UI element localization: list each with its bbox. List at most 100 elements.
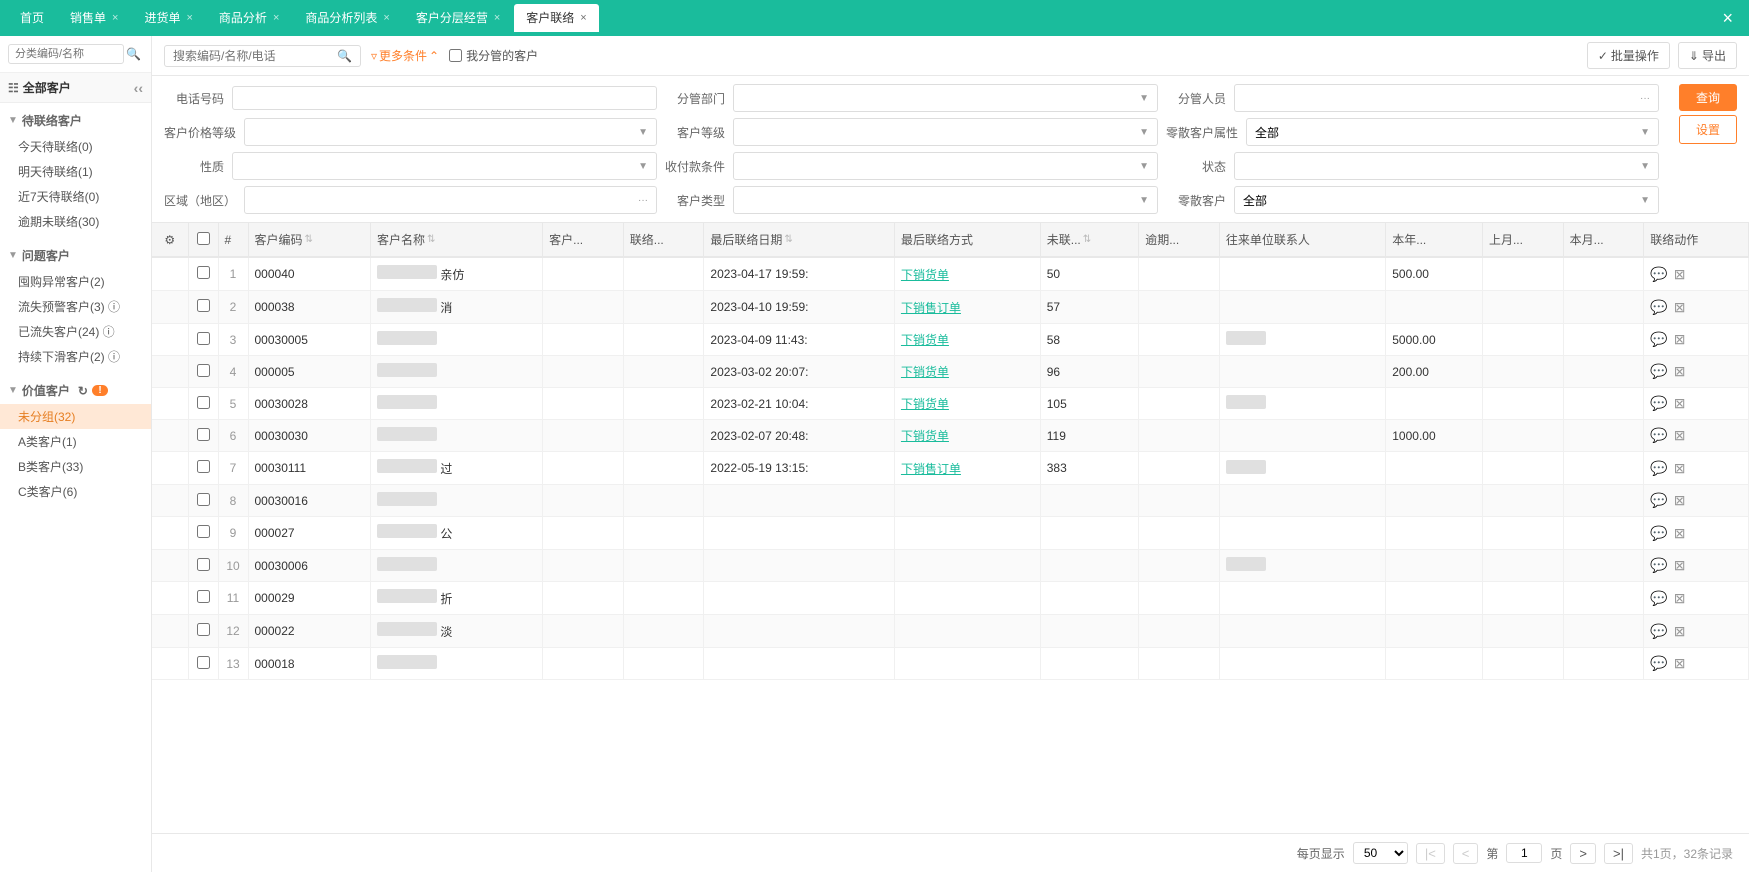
sidebar-item-today[interactable]: 今天待联络(0) — [0, 134, 151, 159]
more-conditions-btn[interactable]: ▿ 更多条件 ⌃ — [371, 47, 439, 64]
row-check[interactable] — [197, 364, 210, 377]
chat-icon[interactable]: 💬 — [1650, 655, 1667, 672]
chat-icon[interactable]: 💬 — [1650, 525, 1667, 542]
sidebar-search-input[interactable] — [8, 44, 124, 64]
grid-action-icon[interactable]: ⊠ — [1674, 590, 1686, 607]
contact-method-link[interactable]: 下销货单 — [901, 268, 949, 282]
grid-action-icon[interactable]: ⊠ — [1674, 557, 1686, 574]
last-page-button[interactable]: >| — [1604, 843, 1633, 864]
grid-action-icon[interactable]: ⊠ — [1674, 460, 1686, 477]
my-customers-checkbox[interactable]: 我分管的客户 — [449, 47, 538, 64]
row-check[interactable] — [197, 428, 210, 441]
chat-icon[interactable]: 💬 — [1650, 363, 1667, 380]
status-select[interactable]: ▼ — [1234, 152, 1659, 180]
grid-action-icon[interactable]: ⊠ — [1674, 363, 1686, 380]
close-icon[interactable]: × — [273, 4, 279, 32]
grid-action-icon[interactable]: ⊠ — [1674, 655, 1686, 672]
refresh-icon[interactable]: ↻ — [78, 384, 88, 398]
th-not-contacted[interactable]: 未联...⇅ — [1040, 223, 1138, 257]
chat-icon[interactable]: 💬 — [1650, 395, 1667, 412]
payment-select[interactable]: ▼ — [733, 152, 1158, 180]
region-select[interactable]: ··· — [244, 186, 657, 214]
close-icon[interactable]: × — [494, 4, 500, 32]
contact-method-link[interactable]: 下销售订单 — [901, 301, 961, 315]
sidebar-item-lost[interactable]: 已流失客户(24) ⓘ — [0, 319, 151, 344]
grid-action-icon[interactable]: ⊠ — [1674, 623, 1686, 640]
phone-input[interactable] — [232, 86, 657, 110]
chat-icon[interactable]: 💬 — [1650, 557, 1667, 574]
row-check[interactable] — [197, 266, 210, 279]
reset-button[interactable]: 设置 — [1679, 115, 1737, 144]
my-customers-check[interactable] — [449, 49, 462, 62]
sidebar-item-class-c[interactable]: C类客户(6) — [0, 479, 151, 504]
sidebar-search-button[interactable]: 🔍 — [124, 45, 143, 63]
price-grade-select[interactable]: ▼ — [244, 118, 657, 146]
batch-operate-button[interactable]: ✓ 批量操作 — [1587, 42, 1670, 69]
row-check[interactable] — [197, 558, 210, 571]
problem-customers-header[interactable]: ▼ 问题客户 — [0, 242, 151, 269]
person-select[interactable]: ··· — [1234, 84, 1659, 112]
pending-contact-header[interactable]: ▼ 待联络客户 — [0, 107, 151, 134]
chat-icon[interactable]: 💬 — [1650, 590, 1667, 607]
value-customers-header[interactable]: ▼ 价值客户 ↻ ! — [0, 377, 151, 404]
row-check[interactable] — [197, 396, 210, 409]
contact-method-link[interactable]: 下销货单 — [901, 365, 949, 379]
row-check[interactable] — [197, 299, 210, 312]
select-all-checkbox[interactable] — [197, 232, 210, 245]
chat-icon[interactable]: 💬 — [1650, 266, 1667, 283]
tab-sales[interactable]: 销售单 × — [58, 4, 130, 32]
grid-action-icon[interactable]: ⊠ — [1674, 299, 1686, 316]
chat-icon[interactable]: 💬 — [1650, 623, 1667, 640]
grid-action-icon[interactable]: ⊠ — [1674, 525, 1686, 542]
chat-icon[interactable]: 💬 — [1650, 492, 1667, 509]
grid-action-icon[interactable]: ⊠ — [1674, 427, 1686, 444]
sidebar-item-ungrouped[interactable]: 未分组(32) — [0, 404, 151, 429]
dept-select[interactable]: ▼ — [733, 84, 1158, 112]
close-icon[interactable]: × — [112, 4, 118, 32]
sidebar-item-tomorrow[interactable]: 明天待联络(1) — [0, 159, 151, 184]
close-icon[interactable]: × — [186, 4, 192, 32]
th-last-date[interactable]: 最后联络日期⇅ — [704, 223, 895, 257]
sidebar-item-warning[interactable]: 流失预警客户(3) ⓘ — [0, 294, 151, 319]
row-check[interactable] — [197, 332, 210, 345]
grid-action-icon[interactable]: ⊠ — [1674, 395, 1686, 412]
row-check[interactable] — [197, 460, 210, 473]
grid-action-icon[interactable]: ⊠ — [1674, 266, 1686, 283]
grid-action-icon[interactable]: ⊠ — [1674, 331, 1686, 348]
retail-attr-select[interactable]: 全部 ▼ — [1246, 118, 1659, 146]
tab-purchase[interactable]: 进货单 × — [132, 4, 204, 32]
collapse-icon[interactable]: ‹‹ — [134, 80, 143, 96]
sidebar-item-7days[interactable]: 近7天待联络(0) — [0, 184, 151, 209]
sidebar-item-overdue[interactable]: 逾期未联络(30) — [0, 209, 151, 234]
chat-icon[interactable]: 💬 — [1650, 299, 1667, 316]
contact-method-link[interactable]: 下销货单 — [901, 397, 949, 411]
query-button[interactable]: 查询 — [1679, 84, 1737, 111]
th-code[interactable]: 客户编码⇅ — [248, 223, 370, 257]
chat-icon[interactable]: 💬 — [1650, 331, 1667, 348]
all-customers-header[interactable]: ☷ 全部客户 ‹‹ — [0, 73, 151, 103]
grid-action-icon[interactable]: ⊠ — [1674, 492, 1686, 509]
window-close-button[interactable]: × — [1714, 8, 1741, 29]
sidebar-item-class-b[interactable]: B类客户(33) — [0, 454, 151, 479]
chat-icon[interactable]: 💬 — [1650, 460, 1667, 477]
page-input[interactable] — [1506, 843, 1542, 863]
grade-select[interactable]: ▼ — [733, 118, 1158, 146]
prev-page-button[interactable]: < — [1453, 843, 1479, 864]
next-page-button[interactable]: > — [1570, 843, 1596, 864]
sidebar-item-class-a[interactable]: A类客户(1) — [0, 429, 151, 454]
close-icon[interactable]: × — [580, 4, 586, 32]
chat-icon[interactable]: 💬 — [1650, 427, 1667, 444]
close-icon[interactable]: × — [383, 4, 389, 32]
row-check[interactable] — [197, 623, 210, 636]
contact-method-link[interactable]: 下销货单 — [901, 429, 949, 443]
tab-home[interactable]: 首页 — [8, 4, 56, 32]
sidebar-item-abnormal[interactable]: 囤购异常客户(2) — [0, 269, 151, 294]
tab-customer-contact[interactable]: 客户联络 × — [514, 4, 598, 32]
tab-product-analysis-list[interactable]: 商品分析列表 × — [293, 4, 401, 32]
sidebar-item-declining[interactable]: 持续下滑客户(2) ⓘ — [0, 344, 151, 369]
contact-method-link[interactable]: 下销售订单 — [901, 462, 961, 476]
customer-type-select[interactable]: ▼ — [733, 186, 1158, 214]
row-check[interactable] — [197, 656, 210, 669]
first-page-button[interactable]: |< — [1416, 843, 1445, 864]
page-size-select[interactable]: 50 20 100 — [1353, 842, 1408, 864]
